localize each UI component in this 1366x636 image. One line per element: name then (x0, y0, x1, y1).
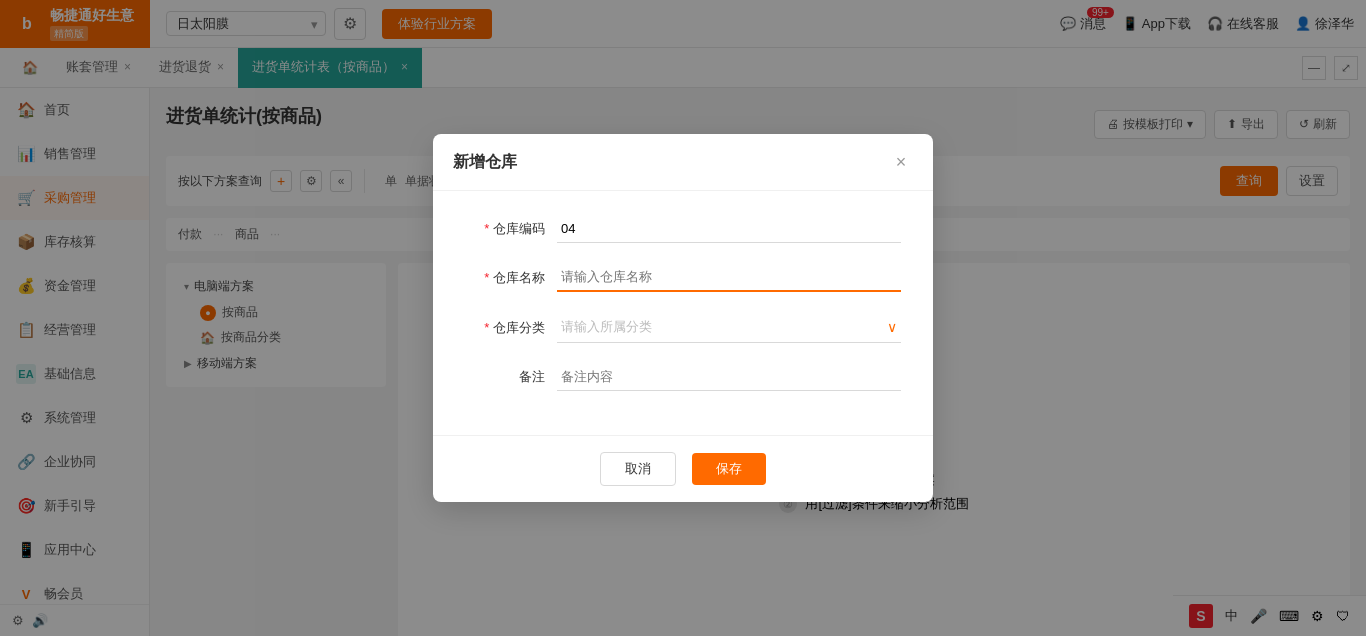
cancel-button[interactable]: 取消 (600, 452, 676, 486)
code-label: 仓库编码 (465, 220, 545, 238)
new-warehouse-dialog: 新增仓库 × 仓库编码 仓库名称 仓库分类 请输入所属分类 ∨ 备注 (433, 134, 933, 502)
dialog-footer: 取消 保存 (433, 435, 933, 502)
form-row-code: 仓库编码 (465, 215, 901, 243)
category-select[interactable]: 请输入所属分类 ∨ (557, 312, 901, 343)
save-button[interactable]: 保存 (692, 453, 766, 485)
form-row-remark: 备注 (465, 363, 901, 391)
form-row-name: 仓库名称 (465, 263, 901, 292)
name-label: 仓库名称 (465, 269, 545, 287)
form-row-category: 仓库分类 请输入所属分类 ∨ (465, 312, 901, 343)
dialog-title: 新增仓库 (453, 152, 517, 173)
dialog-body: 仓库编码 仓库名称 仓库分类 请输入所属分类 ∨ 备注 (433, 191, 933, 435)
category-label: 仓库分类 (465, 319, 545, 337)
dialog-close-button[interactable]: × (889, 150, 913, 174)
remark-label: 备注 (465, 368, 545, 386)
name-input[interactable] (557, 263, 901, 292)
code-input[interactable] (557, 215, 901, 243)
category-arrow-icon: ∨ (887, 319, 897, 335)
remark-input[interactable] (557, 363, 901, 391)
dialog-header: 新增仓库 × (433, 134, 933, 191)
category-placeholder: 请输入所属分类 (561, 318, 652, 336)
dialog-overlay: 新增仓库 × 仓库编码 仓库名称 仓库分类 请输入所属分类 ∨ 备注 (0, 0, 1366, 636)
